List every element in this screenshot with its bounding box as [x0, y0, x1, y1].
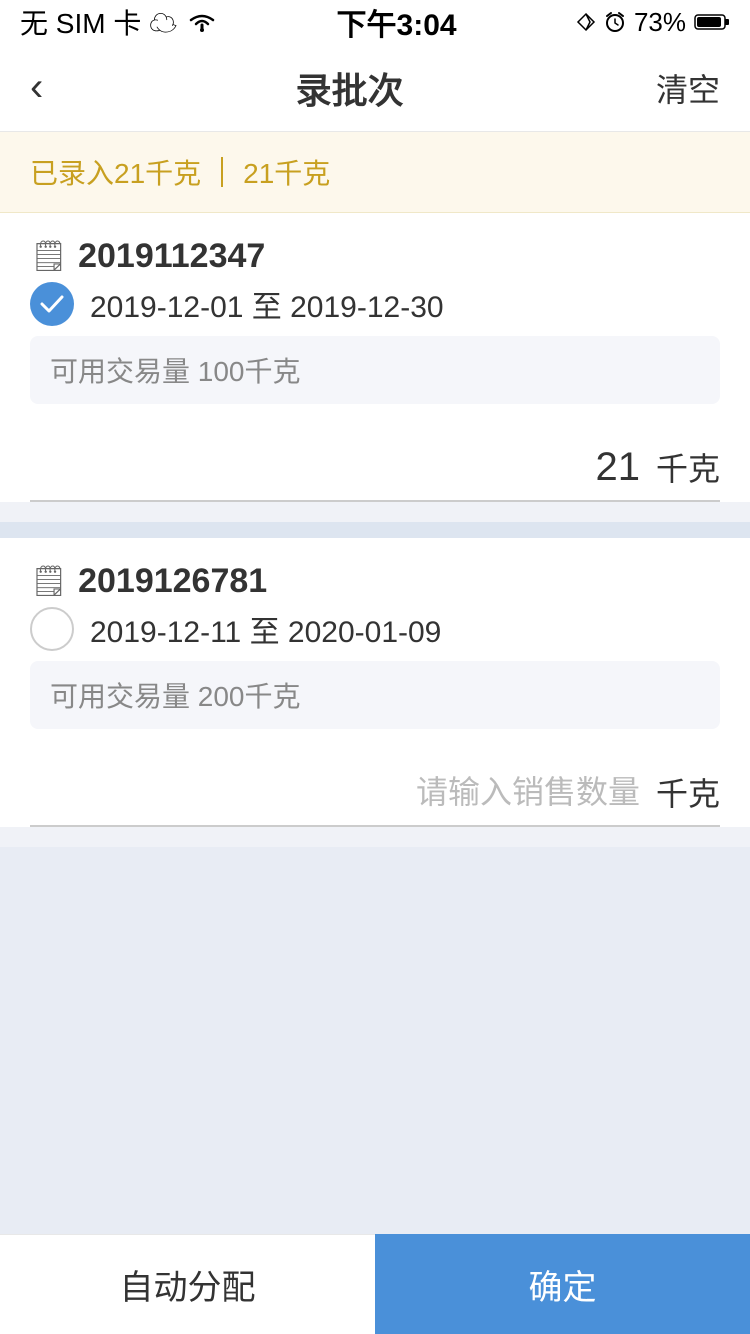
batch-id-1: 2019112347: [78, 237, 265, 276]
input-unit-2: 千克: [656, 769, 720, 815]
batch-card-1: 🗒 2019112347 2019-12-01 至 2019-12-30 可用交…: [0, 213, 750, 502]
summary-label: 已录入21千克: [30, 152, 201, 192]
confirm-button[interactable]: 确定: [375, 1234, 750, 1334]
batch-id-row-2: 🗒 2019126781: [30, 562, 720, 601]
status-right: 73%: [576, 7, 730, 38]
doc-icon-2: 🗒: [30, 564, 68, 599]
summary-divider: [221, 157, 223, 187]
date-range-1: 2019-12-01 至 2019-12-30: [90, 282, 444, 326]
alarm-icon: [604, 11, 626, 33]
check-icon-1: [40, 295, 64, 313]
battery-percent: 73%: [634, 7, 686, 38]
batch-date-row-2[interactable]: 2019-12-11 至 2020-01-09: [30, 607, 720, 651]
qty-input-2[interactable]: [30, 774, 640, 811]
batch-card-inner-1: 🗒 2019112347 2019-12-01 至 2019-12-30 可用交…: [0, 213, 750, 428]
batch-id-2: 2019126781: [78, 562, 267, 601]
qty-unit-1: 千克: [656, 444, 720, 490]
auto-distribute-button[interactable]: 自动分配: [0, 1234, 375, 1334]
page-title: 录批次: [296, 62, 404, 114]
clear-button[interactable]: 清空: [656, 65, 720, 111]
batch-card-inner-2: 🗒 2019126781 2019-12-11 至 2020-01-09 可用交…: [0, 538, 750, 753]
no-sim-text: 无 SIM 卡 ☁: [20, 2, 177, 42]
battery-icon: [694, 12, 730, 32]
bottom-buttons: 自动分配 确定: [0, 1234, 750, 1334]
status-left: 无 SIM 卡 ☁: [20, 2, 217, 42]
avail-box-1: 可用交易量 100千克: [30, 336, 720, 404]
input-divider-2: [30, 825, 720, 827]
batch-date-row-1[interactable]: 2019-12-01 至 2019-12-30: [30, 282, 720, 326]
back-button[interactable]: ‹: [30, 65, 43, 110]
check-circle-1[interactable]: [30, 282, 74, 326]
qty-row-1: 21 千克: [0, 428, 750, 500]
batch-card-2: 🗒 2019126781 2019-12-11 至 2020-01-09 可用交…: [0, 538, 750, 827]
wifi-icon: [187, 11, 217, 33]
bottom-fill-area: [0, 847, 750, 1247]
summary-value: 21千克: [243, 152, 330, 192]
check-circle-2[interactable]: [30, 607, 74, 651]
input-row-2: 千克: [0, 753, 750, 825]
batch-id-row-1: 🗒 2019112347: [30, 237, 720, 276]
nav-bar: ‹ 录批次 清空: [0, 44, 750, 132]
status-time: 下午3:04: [337, 0, 457, 44]
summary-banner: 已录入21千克 21千克: [0, 132, 750, 213]
avail-box-2: 可用交易量 200千克: [30, 661, 720, 729]
doc-icon-1: 🗒: [30, 239, 68, 274]
section-separator: [0, 522, 750, 538]
date-range-2: 2019-12-11 至 2020-01-09: [90, 607, 441, 651]
qty-divider-1: [30, 500, 720, 502]
qty-value-1: 21: [595, 445, 640, 490]
status-bar: 无 SIM 卡 ☁ 下午3:04 73%: [0, 0, 750, 44]
location-icon: [576, 12, 596, 32]
